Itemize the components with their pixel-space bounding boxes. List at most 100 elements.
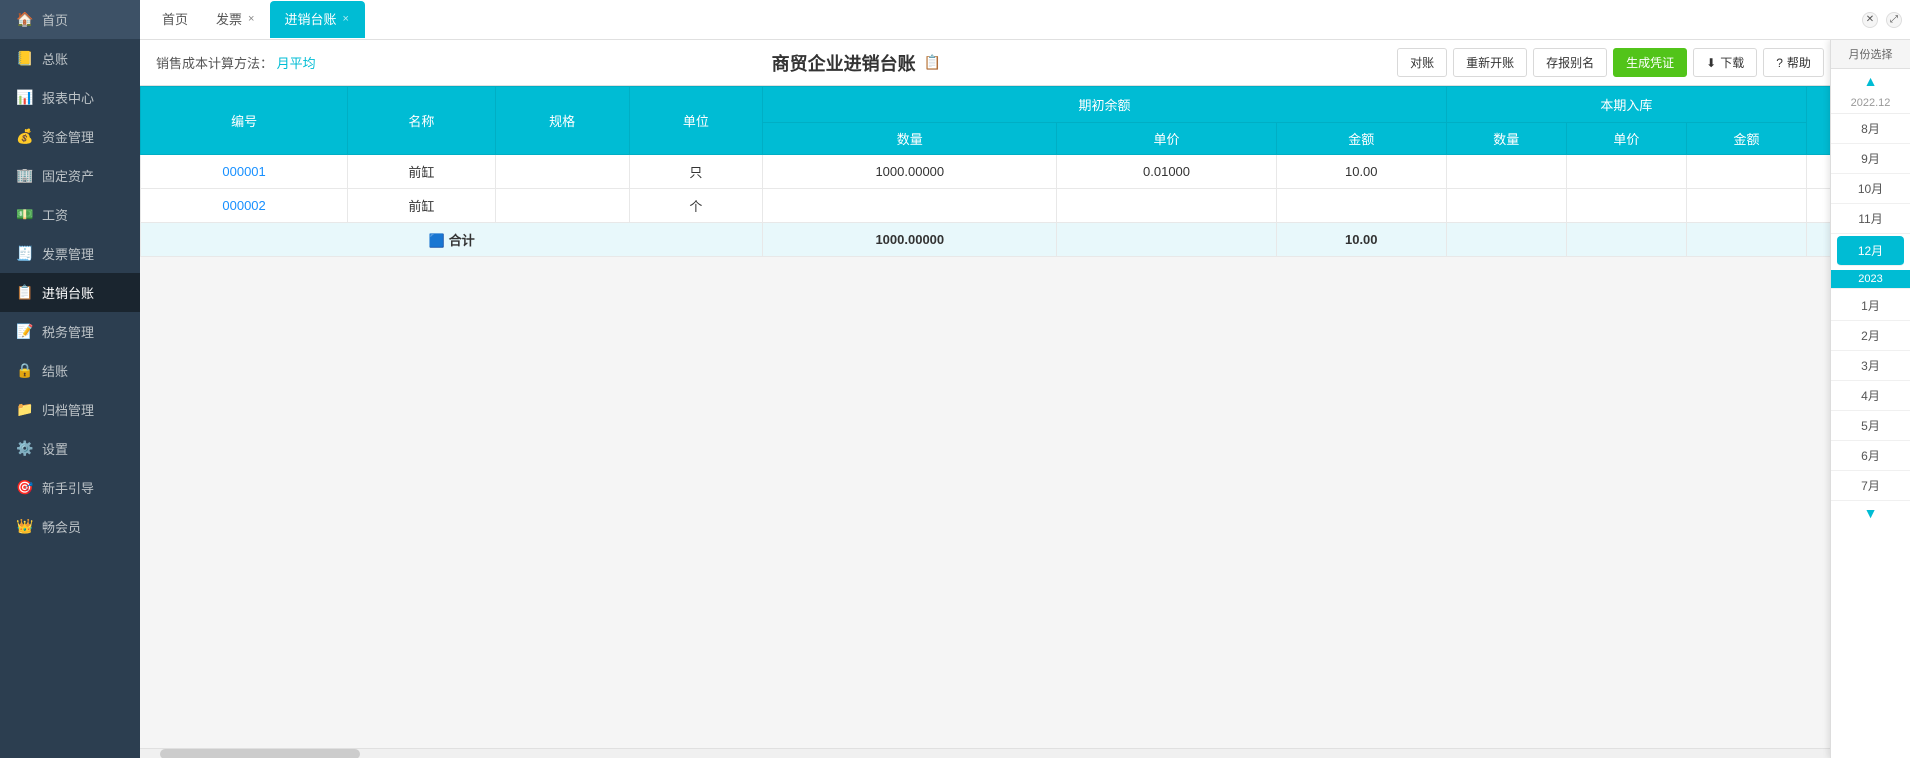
cell-code: 000001 [141, 155, 348, 189]
sidebar-item-member[interactable]: 👑 畅会员 [0, 507, 140, 546]
reconcile-button[interactable]: 对账 [1397, 48, 1447, 77]
reopen-button[interactable]: 重新开账 [1453, 48, 1527, 77]
tab-label: 首页 [162, 9, 188, 28]
member-icon: 👑 [16, 518, 34, 535]
month-item-2023-2月[interactable]: 2月 [1831, 321, 1910, 351]
month-picker-current-year: 2022.12 [1831, 93, 1910, 114]
month-nav-up[interactable]: ▲ [1831, 69, 1910, 93]
cell-in-qty [1446, 189, 1566, 223]
sidebar-item-purchase-sales-ledger[interactable]: 📋进销台账 [0, 273, 140, 312]
help-button[interactable]: ? 帮助 [1763, 48, 1824, 77]
table-row[interactable]: 000002 前缸 个 [141, 189, 1910, 223]
col-opening-balance: 期初余额 [763, 87, 1446, 123]
tab-close-purchase-sales-ledger[interactable]: × [340, 13, 350, 25]
sidebar-item-general-ledger[interactable]: 📒总账 [0, 39, 140, 78]
total-row: 🟦合计 1000.00000 10.00 [141, 223, 1910, 257]
sidebar-item-report-center[interactable]: 📊报表中心 [0, 78, 140, 117]
sidebar-item-label: 报表中心 [42, 88, 94, 107]
tab-invoice[interactable]: 发票× [202, 1, 270, 38]
cell-opening-price: 0.01000 [1057, 155, 1277, 189]
month-item-2023-4月[interactable]: 4月 [1831, 381, 1910, 411]
tab-bar: 首页发票×进销台账× ✕ ⤢ [140, 0, 1910, 40]
top-bar-actions: 对账 重新开账 存报别名 生成凭证 ⬇ 下载 ? 帮助 ↻ 刷新 [1397, 48, 1894, 77]
month-item-2023-6月[interactable]: 6月 [1831, 441, 1910, 471]
month-item-2022-8月[interactable]: 8月 [1831, 114, 1910, 144]
tab-close-invoice[interactable]: × [246, 13, 256, 25]
table-body: 000001 前缸 只 1000.00000 0.01000 10.00 000… [141, 155, 1910, 257]
month-item-2022-12月[interactable]: 12月 [1837, 236, 1904, 266]
month-item-2023-3月[interactable]: 3月 [1831, 351, 1910, 381]
month-nav-down[interactable]: ▼ [1831, 501, 1910, 525]
cell-code: 000002 [141, 189, 348, 223]
sidebar-item-label: 总账 [42, 49, 68, 68]
col-in-qty: 数量 [1446, 123, 1566, 155]
sidebar-item-label: 结账 [42, 361, 68, 380]
sidebar-item-label: 设置 [42, 439, 68, 458]
cell-opening-amount: 10.00 [1276, 155, 1446, 189]
sidebar-item-label: 税务管理 [42, 322, 94, 341]
archive-management-icon: 📁 [16, 401, 34, 418]
generate-voucher-button[interactable]: 生成凭证 [1613, 48, 1687, 77]
col-opening-qty: 数量 [763, 123, 1057, 155]
sidebar-item-salary[interactable]: 💵工资 [0, 195, 140, 234]
sidebar-item-label: 新手引导 [42, 478, 94, 497]
sidebar-item-label: 发票管理 [42, 244, 94, 263]
months-2022-container: 8月9月10月11月12月 [1831, 114, 1910, 268]
cell-in-qty [1446, 155, 1566, 189]
download-button[interactable]: ⬇ 下载 [1693, 48, 1757, 77]
table-row[interactable]: 000001 前缸 只 1000.00000 0.01000 10.00 [141, 155, 1910, 189]
cell-name: 前缸 [348, 189, 496, 223]
sidebar-item-archive-management[interactable]: 📁归档管理 [0, 390, 140, 429]
cell-opening-qty [763, 189, 1057, 223]
scrollbar-area[interactable] [140, 748, 1910, 758]
month-item-2022-10月[interactable]: 10月 [1831, 174, 1910, 204]
col-in-price: 单价 [1566, 123, 1686, 155]
cell-opening-amount [1276, 189, 1446, 223]
sidebar-item-beginner-guide[interactable]: 🎯 新手引导 [0, 468, 140, 507]
page-title: 商贸企业进销台账 📋 [332, 50, 1381, 76]
sidebar-item-settings[interactable]: ⚙️设置 [0, 429, 140, 468]
month-item-2023-5月[interactable]: 5月 [1831, 411, 1910, 441]
sidebar-item-fund-management[interactable]: 💰 资金管理 [0, 117, 140, 156]
total-opening-qty: 1000.00000 [763, 223, 1057, 257]
month-item-2023-7月[interactable]: 7月 [1831, 471, 1910, 501]
total-in-amount [1686, 223, 1806, 257]
close-button[interactable]: ✕ [1862, 12, 1878, 28]
total-opening-amount: 10.00 [1276, 223, 1446, 257]
col-spec: 规格 [495, 87, 629, 155]
table-area: 编号 名称 规格 单位 期初余额 本期入库 数 数量 单价 金额 数量 单价 [140, 86, 1910, 748]
month-item-2022-11月[interactable]: 11月 [1831, 204, 1910, 234]
sidebar-item-home[interactable]: 🏠首页 [0, 0, 140, 39]
sidebar-item-closing[interactable]: 🔒结账 [0, 351, 140, 390]
download-icon: ⬇ [1706, 56, 1716, 70]
cost-method-label: 销售成本计算方法： [156, 56, 273, 71]
scrollbar-thumb[interactable] [160, 749, 360, 758]
sidebar-item-tax-management[interactable]: 📝 税务管理 [0, 312, 140, 351]
cell-opening-qty: 1000.00000 [763, 155, 1057, 189]
sidebar-item-fixed-assets[interactable]: 🏢固定资产 [0, 156, 140, 195]
total-in-price [1566, 223, 1686, 257]
purchase-sales-ledger-icon: 📋 [16, 284, 34, 301]
cell-spec [495, 189, 629, 223]
months-2023-container: 1月2月3月4月5月6月7月 [1831, 291, 1910, 501]
month-item-2023-1月[interactable]: 1月 [1831, 291, 1910, 321]
sidebar-item-invoice-management[interactable]: 🧾发票管理 [0, 234, 140, 273]
cell-spec [495, 155, 629, 189]
cell-unit: 只 [629, 155, 763, 189]
tax-management-icon: 📝 [16, 323, 34, 340]
maximize-button[interactable]: ⤢ [1886, 12, 1902, 28]
salary-icon: 💵 [16, 206, 34, 223]
fund-management-icon: 💰 [16, 128, 34, 145]
year-2023-label: 2023 [1831, 270, 1910, 289]
total-label: 🟦合计 [141, 223, 763, 257]
tab-home[interactable]: 首页 [148, 1, 202, 38]
help-icon: ? [1776, 56, 1783, 70]
month-picker-title: 月份选择 [1831, 40, 1910, 69]
beginner-guide-icon: 🎯 [16, 479, 34, 496]
sidebar-item-label: 资金管理 [42, 127, 94, 146]
tab-purchase-sales-ledger[interactable]: 进销台账× [270, 1, 364, 38]
month-item-2022-9月[interactable]: 9月 [1831, 144, 1910, 174]
save-as-button[interactable]: 存报别名 [1533, 48, 1607, 77]
col-in-amount: 金额 [1686, 123, 1806, 155]
sidebar-item-label: 畅会员 [42, 517, 81, 536]
